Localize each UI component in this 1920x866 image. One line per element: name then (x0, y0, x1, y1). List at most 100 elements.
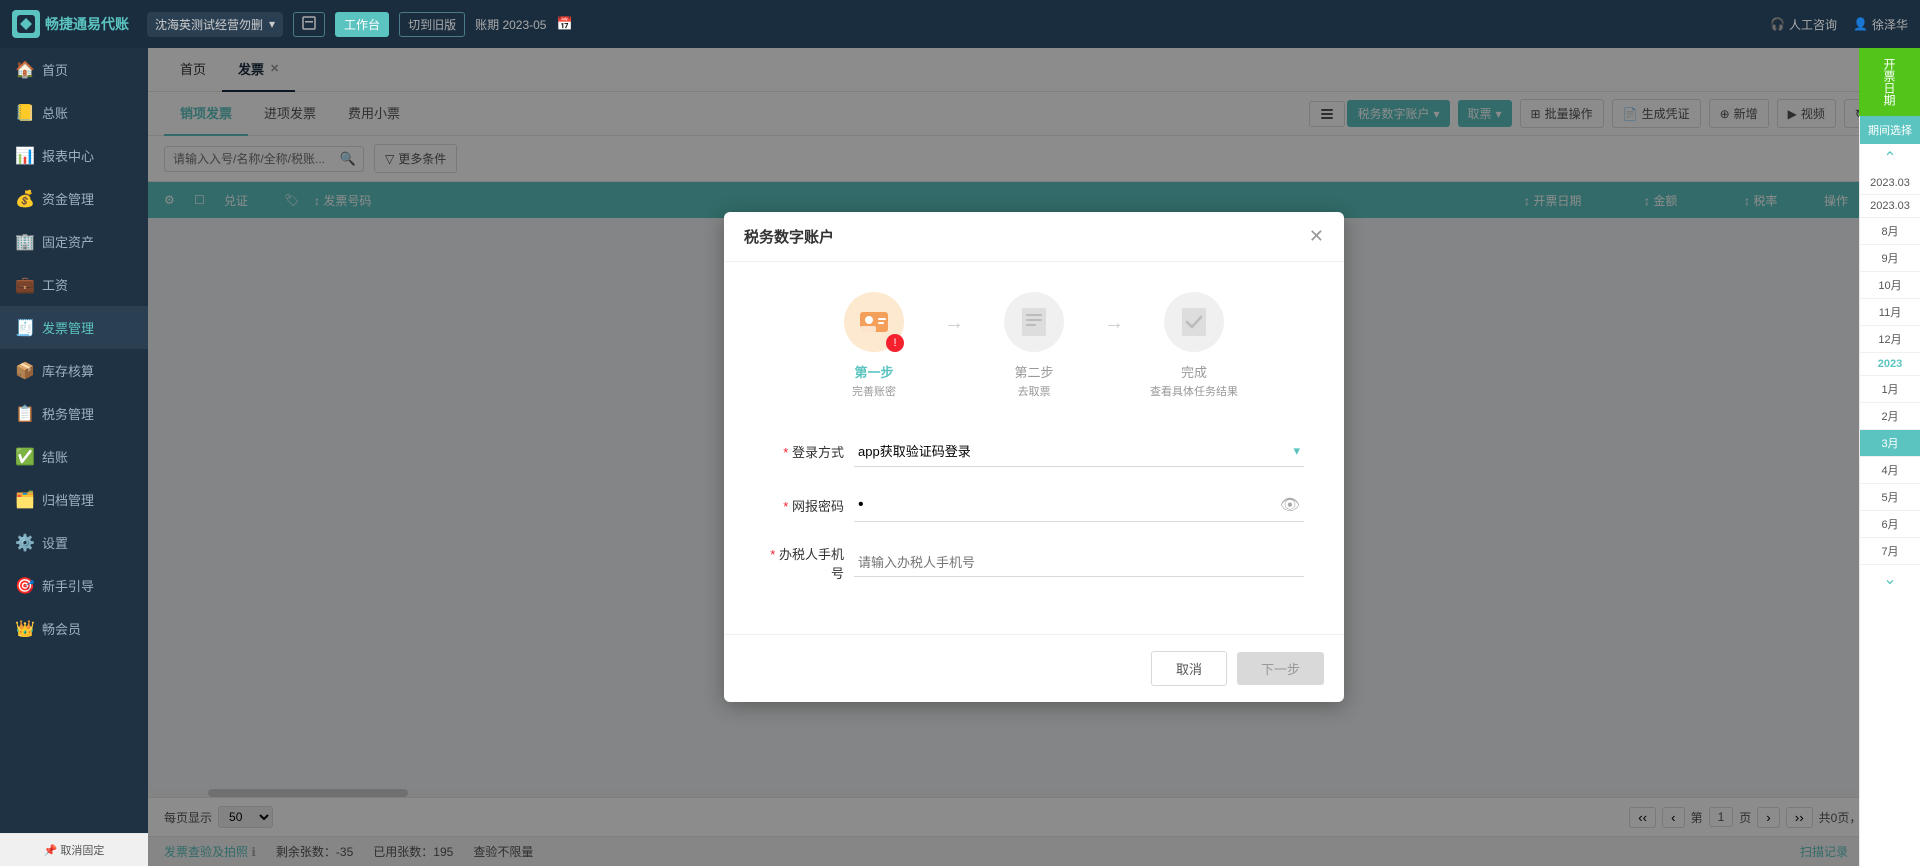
modal-body: ! 第一步 完善账密 → (724, 262, 1344, 634)
settings-icon: ⚙️ (16, 534, 34, 552)
period-2023-year[interactable]: 2023 (1860, 353, 1920, 376)
phone-label: * 办税人手机号 (764, 544, 854, 582)
modal-footer: 取消 下一步 (724, 634, 1344, 702)
period-header: 期间选择 (1860, 116, 1920, 144)
logo: 畅捷通易代账 (12, 10, 129, 38)
sidebar-label-settle: 结账 (42, 447, 68, 466)
period-feb[interactable]: 2月 (1860, 403, 1920, 430)
sidebar-item-home[interactable]: 🏠 首页 (0, 48, 148, 91)
guide-icon: 🎯 (16, 577, 34, 595)
step-arrow-1: → (944, 292, 964, 335)
modal-close-btn[interactable]: ✕ (1309, 226, 1324, 247)
sidebar-label-archive: 归档管理 (42, 490, 94, 509)
period-mar[interactable]: 3月 (1860, 430, 1920, 457)
person-icon: 👤 (1853, 17, 1868, 31)
period-may[interactable]: 5月 (1860, 484, 1920, 511)
step-arrow-2: → (1104, 292, 1124, 335)
sidebar-item-archive[interactable]: 🗂️ 归档管理 (0, 478, 148, 521)
right-period-panel: 开票日期 期间选择 ⌃ 2023.03 2023.03 8月 9月 10月 11… (1859, 48, 1920, 866)
logo-icon (12, 10, 40, 38)
sidebar-item-inventory[interactable]: 📦 库存核算 (0, 349, 148, 392)
app-container: 畅捷通易代账 沈海英测试经营勿删 ▾ 工作台 切到旧版 账期 2023-05 📅… (0, 0, 1920, 866)
modal-dialog: 税务数字账户 ✕ (724, 212, 1344, 702)
support-btn[interactable]: 🎧 人工咨询 (1770, 16, 1837, 33)
required-star: * (783, 445, 788, 460)
sidebar-item-ledger[interactable]: 📒 总账 (0, 91, 148, 134)
calendar-icon[interactable]: 📅 (556, 16, 572, 32)
sidebar-item-settle[interactable]: ✅ 结账 (0, 435, 148, 478)
period-2023-03-1[interactable]: 2023.03 (1860, 172, 1920, 195)
archive-btn[interactable] (293, 12, 325, 37)
step1-error-badge: ! (886, 334, 904, 352)
top-bar-right: 🎧 人工咨询 👤 徐泽华 (1770, 16, 1908, 33)
eye-toggle-icon[interactable]: 👁 (1280, 495, 1300, 515)
chevron-down-icon: ▾ (269, 17, 275, 31)
main-area: 🏠 首页 📒 总账 📊 报表中心 💰 资金管理 🏢 固定资产 💼 工资 (0, 48, 1920, 866)
step-1: ! 第一步 完善账密 (804, 292, 944, 399)
tax-icon: 📋 (16, 405, 34, 423)
user-avatar[interactable]: 👤 徐泽华 (1853, 16, 1908, 33)
archive-icon: 🗂️ (16, 491, 34, 509)
sidebar-label-invoice: 发票管理 (42, 318, 94, 337)
period-jun[interactable]: 6月 (1860, 511, 1920, 538)
sidebar-item-invoice[interactable]: 🧾 发票管理 (0, 306, 148, 349)
inventory-icon: 📦 (16, 362, 34, 380)
period-nov[interactable]: 11月 (1860, 299, 1920, 326)
dropdown-arrow-icon: ▾ (1293, 443, 1300, 459)
step-3: 完成 查看具体任务结果 (1124, 292, 1264, 399)
invoice-icon: 🧾 (16, 319, 34, 337)
modal-title: 税务数字账户 (744, 226, 834, 247)
period-apr[interactable]: 4月 (1860, 457, 1920, 484)
password-input[interactable] (858, 496, 1280, 514)
login-method-label: * 登录方式 (764, 442, 854, 461)
assets-icon: 🏢 (16, 233, 34, 251)
login-method-row: * 登录方式 app获取验证码登录 ▾ (764, 435, 1304, 467)
salary-icon: 💼 (16, 276, 34, 294)
modal-header: 税务数字账户 ✕ (724, 212, 1344, 262)
workspace-btn[interactable]: 工作台 (335, 12, 389, 37)
sidebar-item-tax[interactable]: 📋 税务管理 (0, 392, 148, 435)
login-method-select[interactable]: app获取验证码登录 ▾ (854, 435, 1304, 467)
period-dec[interactable]: 12月 (1860, 326, 1920, 353)
open-period-btn[interactable]: 开票日期 (1859, 48, 1920, 116)
period-sep[interactable]: 9月 (1860, 245, 1920, 272)
sidebar-label-settings: 设置 (42, 533, 68, 552)
period-2023-03-2[interactable]: 2023.03 (1860, 195, 1920, 218)
step3-icon-wrap (1164, 292, 1224, 352)
step1-desc: 完善账密 (852, 383, 896, 399)
phone-input[interactable] (854, 549, 1304, 577)
finance-icon: 💰 (16, 190, 34, 208)
cancel-fixed-btn[interactable]: 📌 取消固定 (0, 833, 148, 866)
sidebar-item-salary[interactable]: 💼 工资 (0, 263, 148, 306)
period-info: 账期 2023-05 (475, 16, 546, 33)
next-btn[interactable]: 下一步 (1237, 652, 1324, 685)
period-jul[interactable]: 7月 (1860, 538, 1920, 565)
period-scroll-up-btn[interactable]: ⌃ (1860, 144, 1920, 172)
settle-icon: ✅ (16, 448, 34, 466)
phone-row: * 办税人手机号 (764, 544, 1304, 582)
cancel-btn[interactable]: 取消 (1151, 651, 1227, 686)
reports-icon: 📊 (16, 147, 34, 165)
step3-title: 完成 (1181, 362, 1207, 381)
sidebar-label-home: 首页 (42, 60, 68, 79)
period-oct[interactable]: 10月 (1860, 272, 1920, 299)
sidebar-label-tax: 税务管理 (42, 404, 94, 423)
sidebar-item-member[interactable]: 👑 畅会员 (0, 607, 148, 650)
sidebar-label-reports: 报表中心 (42, 146, 94, 165)
sidebar-label-inventory: 库存核算 (42, 361, 94, 380)
user-name: 徐泽华 (1872, 16, 1908, 33)
period-scroll-down-btn[interactable]: ⌄ (1860, 565, 1920, 593)
sidebar-item-assets[interactable]: 🏢 固定资产 (0, 220, 148, 263)
period-jan[interactable]: 1月 (1860, 376, 1920, 403)
password-field-wrap: 👁 (854, 489, 1304, 522)
switch-version-btn[interactable]: 切到旧版 (399, 12, 465, 37)
sidebar-item-settings[interactable]: ⚙️ 设置 (0, 521, 148, 564)
sidebar-item-guide[interactable]: 🎯 新手引导 (0, 564, 148, 607)
pin-icon: 📌 (44, 845, 58, 857)
modal-overlay: 开票日期 期间选择 ⌃ 2023.03 2023.03 8月 9月 10月 11… (148, 48, 1920, 866)
sidebar-item-finance[interactable]: 💰 资金管理 (0, 177, 148, 220)
company-selector[interactable]: 沈海英测试经营勿删 ▾ (147, 12, 283, 37)
sidebar-item-reports[interactable]: 📊 报表中心 (0, 134, 148, 177)
period-aug[interactable]: 8月 (1860, 218, 1920, 245)
ledger-icon: 📒 (16, 104, 34, 122)
